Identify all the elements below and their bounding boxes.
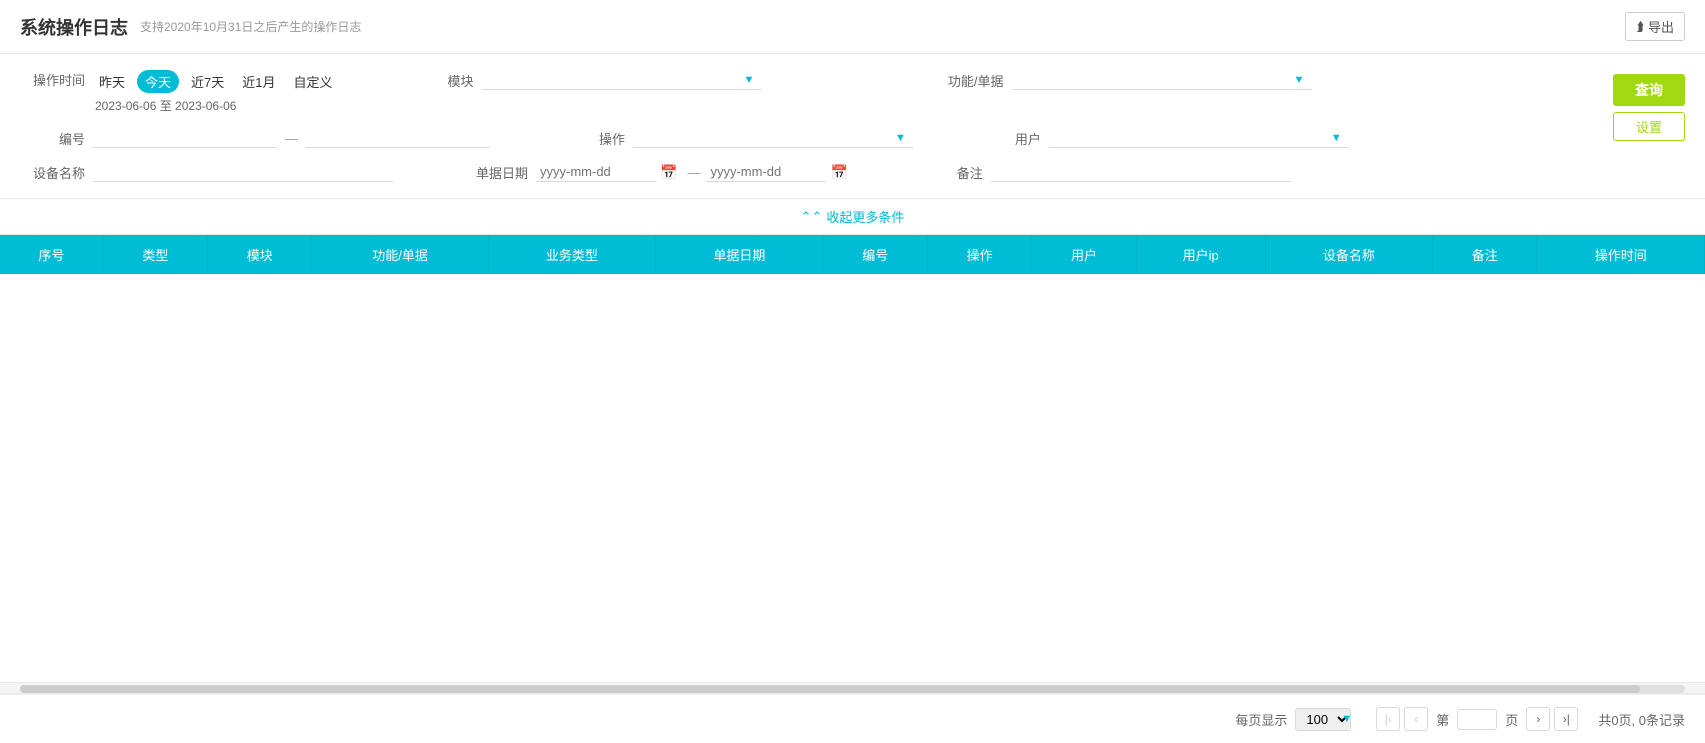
filter-main: 操作时间 昨天 今天 近7天 近1月 自定义 2023-06-06 至 2023… (20, 70, 1685, 182)
query-button[interactable]: 查询 (1613, 74, 1685, 106)
code-filter-block: 编号 — (20, 128, 490, 148)
col-device: 设备名称 (1265, 235, 1432, 274)
time-btn-7days[interactable]: 近7天 (185, 70, 230, 93)
col-doc-date: 单据日期 (656, 235, 823, 274)
doc-date-to-input[interactable] (706, 162, 826, 182)
filter-row-3: 设备名称 单据日期 📅 — 📅 备注 (20, 162, 1593, 182)
col-module: 模块 (208, 235, 312, 274)
col-remark: 备注 (1433, 235, 1537, 274)
operation-label: 操作 (560, 129, 625, 148)
remark-filter-block: 备注 (918, 162, 1291, 182)
function-input[interactable] (1012, 70, 1312, 90)
col-user: 用户 (1032, 235, 1136, 274)
module-filter-block: 模块 ▼ (409, 70, 869, 90)
scrollbar-area[interactable] (0, 682, 1705, 694)
page-nav: |‹ ‹ 第 1 页 › ›| (1376, 707, 1578, 731)
device-label: 设备名称 (20, 163, 85, 182)
operation-select-wrap: ▼ (633, 128, 906, 148)
time-label: 操作时间 (20, 70, 85, 89)
prev-page-button[interactable]: ‹ (1404, 707, 1428, 731)
filter-row-2: 编号 — 操作 ▼ 用户 (20, 128, 1593, 148)
table-container: 序号 类型 模块 功能/单据 业务类型 单据日期 编号 操作 用户 用户ip 设… (0, 235, 1705, 682)
filter-left: 操作时间 昨天 今天 近7天 近1月 自定义 2023-06-06 至 2023… (20, 70, 1593, 182)
col-type: 类型 (103, 235, 207, 274)
time-date-range: 2023-06-06 至 2023-06-06 (93, 97, 339, 114)
next-page-button[interactable]: › (1526, 707, 1550, 731)
function-label: 功能/单据 (939, 71, 1004, 90)
col-seq: 序号 (0, 235, 103, 274)
function-select-wrap: ▼ (1012, 70, 1305, 90)
col-op-time: 操作时间 (1537, 235, 1705, 274)
time-btn-1month[interactable]: 近1月 (236, 70, 281, 93)
operation-input[interactable] (633, 128, 913, 148)
export-button[interactable]: ⮭ 导出 (1625, 12, 1685, 41)
col-user-ip: 用户ip (1136, 235, 1265, 274)
doc-date-from-input[interactable] (536, 162, 656, 182)
data-table: 序号 类型 模块 功能/单据 业务类型 单据日期 编号 操作 用户 用户ip 设… (0, 235, 1705, 274)
collapse-up-icon: ⌃⌃ (801, 209, 823, 225)
filter-row-1: 操作时间 昨天 今天 近7天 近1月 自定义 2023-06-06 至 2023… (20, 70, 1593, 114)
empty-body (0, 274, 1705, 682)
page-subtitle: 支持2020年10月31日之后产生的操作日志 (140, 18, 361, 35)
doc-date-label: 单据日期 (463, 163, 528, 182)
export-icon: ⮭ (1636, 19, 1644, 35)
scrollbar-track (20, 685, 1685, 693)
code-label: 编号 (20, 129, 85, 148)
time-btn-today[interactable]: 今天 (137, 70, 179, 93)
col-code: 编号 (823, 235, 927, 274)
page-header: 系统操作日志 支持2020年10月31日之后产生的操作日志 ⮭ 导出 (0, 0, 1705, 54)
page-number-input[interactable]: 1 (1457, 709, 1497, 730)
remark-input[interactable] (991, 162, 1291, 182)
collapse-bar[interactable]: ⌃⌃ 收起更多条件 (0, 199, 1705, 235)
date-to-calendar-icon[interactable]: 📅 (830, 164, 847, 181)
first-page-button[interactable]: |‹ (1376, 707, 1400, 731)
operation-filter-block: 操作 ▼ (560, 128, 906, 148)
pagination: 每页显示 50 100 200 ▼ |‹ ‹ 第 1 页 › ›| 共0页, 0… (0, 694, 1705, 743)
page-title: 系统操作日志 (20, 14, 128, 40)
user-filter-block: 用户 ▼ (976, 128, 1342, 148)
collapse-button[interactable]: ⌃⌃ 收起更多条件 (801, 207, 905, 226)
table-head: 序号 类型 模块 功能/单据 业务类型 单据日期 编号 操作 用户 用户ip 设… (0, 235, 1705, 274)
export-label: 导出 (1648, 17, 1674, 36)
table-header-row: 序号 类型 模块 功能/单据 业务类型 单据日期 编号 操作 用户 用户ip 设… (0, 235, 1705, 274)
remark-label: 备注 (918, 163, 983, 182)
last-page-button[interactable]: ›| (1554, 707, 1578, 731)
device-filter-block: 设备名称 (20, 162, 393, 182)
time-btn-yesterday[interactable]: 昨天 (93, 70, 131, 93)
total-info: 共0页, 0条记录 (1598, 710, 1685, 729)
page-container: 系统操作日志 支持2020年10月31日之后产生的操作日志 ⮭ 导出 操作时间 … (0, 0, 1705, 743)
filter-area: 操作时间 昨天 今天 近7天 近1月 自定义 2023-06-06 至 2023… (0, 54, 1705, 199)
per-page-select[interactable]: 50 100 200 (1295, 708, 1351, 731)
module-input[interactable] (482, 70, 762, 90)
date-range-dash: — (687, 165, 700, 180)
page-label: 第 (1436, 710, 1449, 729)
time-filter: 昨天 今天 近7天 近1月 自定义 2023-06-06 至 2023-06-0… (93, 70, 339, 114)
per-page-label: 每页显示 (1235, 710, 1287, 729)
code-dash: — (285, 131, 298, 146)
code-from-input[interactable] (93, 128, 277, 148)
date-from-calendar-icon[interactable]: 📅 (660, 164, 677, 181)
time-buttons: 昨天 今天 近7天 近1月 自定义 (93, 70, 339, 93)
doc-date-filter-block: 单据日期 📅 — 📅 (463, 162, 848, 182)
time-filter-block: 操作时间 昨天 今天 近7天 近1月 自定义 2023-06-06 至 2023… (20, 70, 339, 114)
time-btn-custom[interactable]: 自定义 (288, 70, 339, 93)
user-label: 用户 (976, 129, 1041, 148)
page-unit: 页 (1505, 710, 1518, 729)
col-biz-type: 业务类型 (488, 235, 655, 274)
module-select-wrap: ▼ (482, 70, 755, 90)
settings-button[interactable]: 设置 (1613, 112, 1685, 141)
user-select-wrap: ▼ (1049, 128, 1342, 148)
scrollbar-thumb[interactable] (20, 685, 1640, 693)
user-input[interactable] (1049, 128, 1349, 148)
col-operation: 操作 (927, 235, 1031, 274)
collapse-label: 收起更多条件 (826, 207, 904, 226)
action-buttons: 查询 设置 (1613, 70, 1685, 141)
module-label: 模块 (409, 71, 474, 90)
device-input[interactable] (93, 162, 393, 182)
code-to-input[interactable] (306, 128, 490, 148)
col-function: 功能/单据 (312, 235, 488, 274)
function-filter-block: 功能/单据 ▼ (939, 70, 1305, 90)
